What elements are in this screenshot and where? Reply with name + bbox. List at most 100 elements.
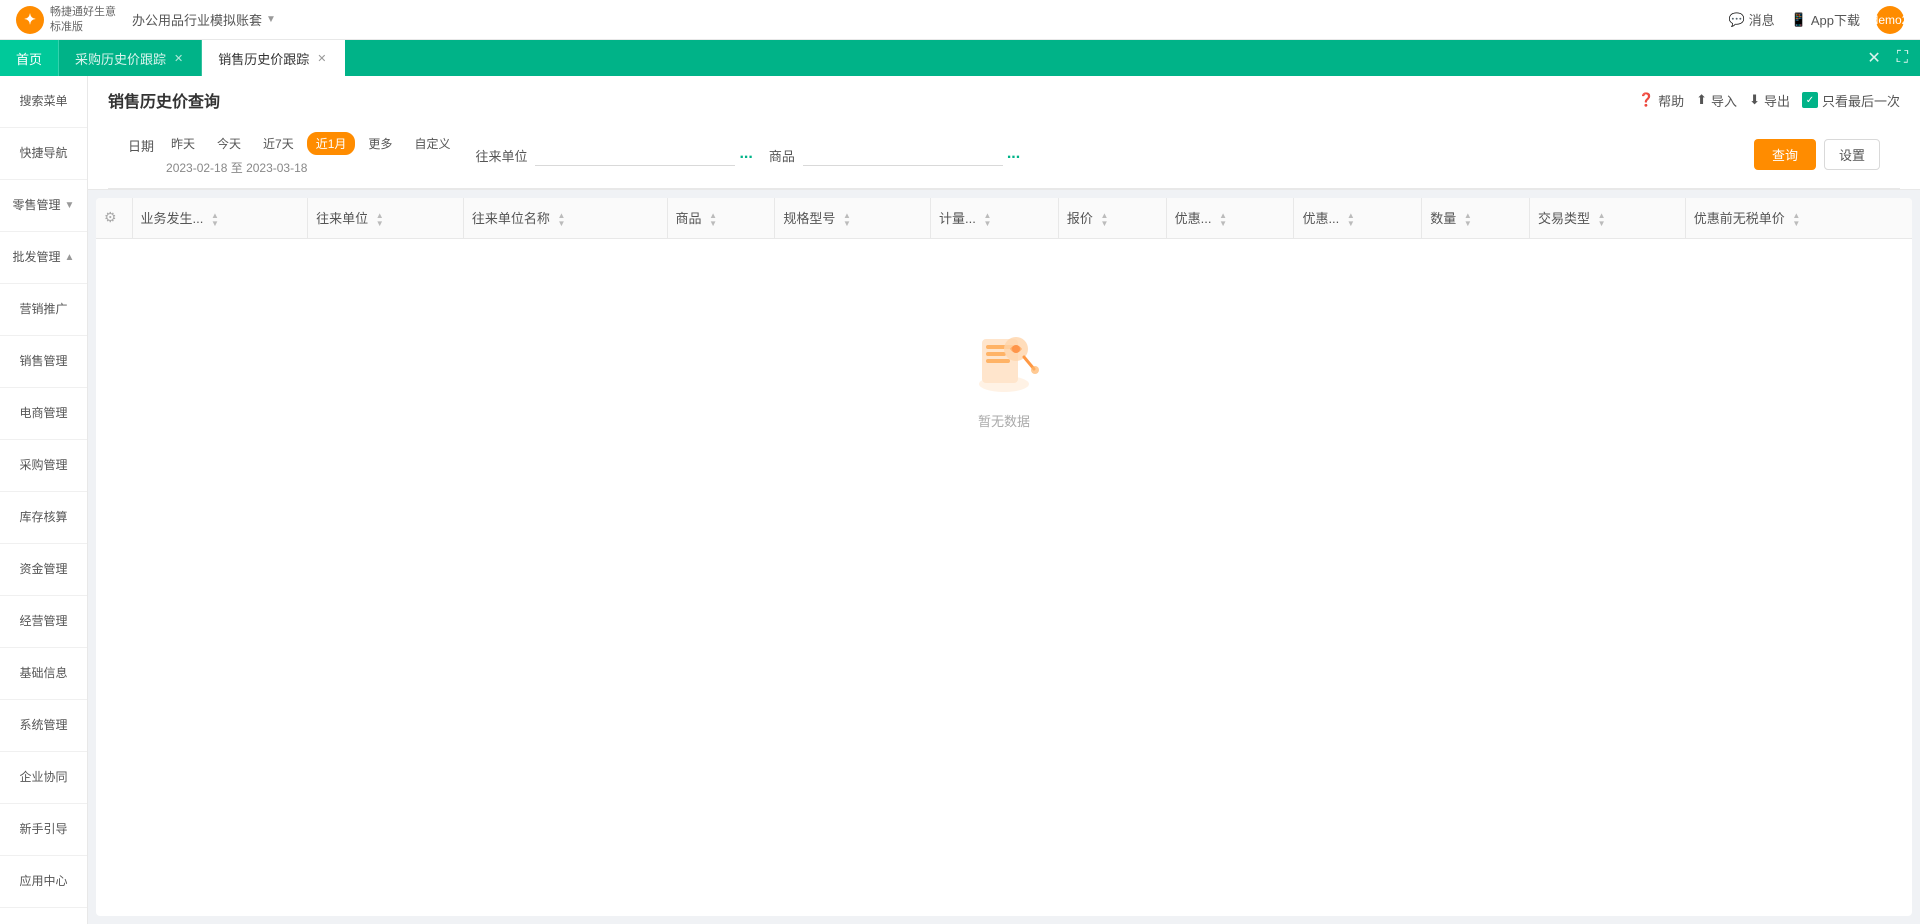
sidebar-wholesale-mgmt-label: 批发管理 — [13, 249, 61, 266]
th-discount1[interactable]: 优惠... ▲▼ — [1166, 198, 1294, 238]
sidebar-item-basic-info[interactable]: 基础信息 — [0, 648, 87, 700]
sort-icon: ▲▼ — [1598, 212, 1606, 228]
sort-icon: ▲▼ — [1219, 212, 1227, 228]
date-btn-yesterday[interactable]: 昨天 — [162, 132, 204, 155]
date-btn-custom[interactable]: 自定义 — [405, 132, 459, 155]
goods-input[interactable] — [803, 142, 1003, 166]
sidebar-item-purchase[interactable]: 采购管理 — [0, 440, 87, 492]
sort-icon: ▲▼ — [558, 212, 566, 228]
sidebar-item-retail-mgmt[interactable]: 零售管理 ▼ — [0, 180, 87, 232]
main-layout: 搜索菜单 快捷导航 零售管理 ▼ 批发管理 ▲ 营销推广 销售管理 电商管理 采… — [0, 76, 1920, 924]
sidebar-item-wholesale-mgmt[interactable]: 批发管理 ▲ — [0, 232, 87, 284]
sort-icon: ▲▼ — [843, 212, 851, 228]
th-counterpart-name[interactable]: 往来单位名称 ▲▼ — [463, 198, 667, 238]
expand-button[interactable]: ⛶ — [1893, 45, 1912, 71]
export-button[interactable]: ⬇ 导出 — [1749, 91, 1790, 110]
date-filter-group: 日期 昨天 今天 近7天 近1月 更多 自定义 2023-02-18 至 202… — [128, 132, 459, 176]
th-quote[interactable]: 报价 ▲▼ — [1058, 198, 1166, 238]
th-unit[interactable]: 计量... ▲▼ — [931, 198, 1059, 238]
sidebar-item-app-center[interactable]: 应用中心 — [0, 856, 87, 908]
tab-home-label: 首页 — [16, 49, 42, 68]
date-btn-1month[interactable]: 近1月 — [307, 132, 356, 155]
date-btn-more[interactable]: 更多 — [359, 132, 401, 155]
date-btn-today[interactable]: 今天 — [208, 132, 250, 155]
sidebar-item-sys-mgmt[interactable]: 系统管理 — [0, 700, 87, 752]
sort-icon: ▲▼ — [1100, 212, 1108, 228]
sort-icon: ▲▼ — [1792, 212, 1800, 228]
empty-icon — [964, 319, 1044, 399]
th-gear: ⚙ — [96, 198, 132, 238]
workspace-selector[interactable]: 办公用品行业模拟账套 ▼ — [124, 6, 284, 33]
tab-purchase-history[interactable]: 采购历史价跟踪 ✕ — [59, 40, 202, 76]
sidebar-sales-mgmt-label: 销售管理 — [19, 353, 67, 370]
th-qty[interactable]: 数量 ▲▼ — [1422, 198, 1530, 238]
import-label: 导入 — [1711, 91, 1737, 110]
export-label: 导出 — [1764, 91, 1790, 110]
help-label: 帮助 — [1658, 91, 1684, 110]
tab-sales-history-close[interactable]: ✕ — [315, 50, 328, 67]
user-menu[interactable]: demo2 — [1876, 6, 1904, 34]
th-spec[interactable]: 规格型号 ▲▼ — [775, 198, 931, 238]
filter-bar: 日期 昨天 今天 近7天 近1月 更多 自定义 2023-02-18 至 202… — [108, 124, 1900, 189]
th-pretax-price[interactable]: 优惠前无税单价 ▲▼ — [1685, 198, 1912, 238]
message-button[interactable]: 💬 消息 — [1728, 10, 1774, 29]
sidebar-item-enterprise-collab[interactable]: 企业协同 — [0, 752, 87, 804]
settings-button[interactable]: 设置 — [1824, 139, 1880, 170]
sidebar-purchase-label: 采购管理 — [19, 457, 67, 474]
sidebar-item-new-guide[interactable]: 新手引导 — [0, 804, 87, 856]
sidebar-item-enterprise-wechat[interactable]: 企业微信 — [0, 908, 87, 924]
query-button[interactable]: 查询 — [1754, 139, 1816, 170]
counterpart-dots[interactable]: ... — [739, 145, 752, 163]
avatar: demo2 — [1876, 6, 1904, 34]
export-icon: ⬇ — [1749, 92, 1760, 108]
th-biz-date[interactable]: 业务发生... ▲▼ — [132, 198, 308, 238]
sidebar-item-finance[interactable]: 资金管理 — [0, 544, 87, 596]
tab-sales-history[interactable]: 销售历史价跟踪 ✕ — [202, 40, 345, 76]
tab-purchase-history-close[interactable]: ✕ — [172, 50, 185, 67]
filter-actions: 查询 设置 — [1754, 139, 1880, 170]
sidebar-item-operations[interactable]: 经营管理 — [0, 596, 87, 648]
sidebar-item-search-menu[interactable]: 搜索菜单 — [0, 76, 87, 128]
sidebar-inventory-label: 库存核算 — [19, 509, 67, 526]
sidebar-item-quick-nav[interactable]: 快捷导航 — [0, 128, 87, 180]
sidebar-operations-label: 经营管理 — [19, 613, 67, 630]
sidebar-enterprise-collab-label: 企业协同 — [19, 769, 67, 786]
date-btn-7days[interactable]: 近7天 — [254, 132, 303, 155]
tab-purchase-history-label: 采购历史价跟踪 — [75, 49, 166, 68]
goods-input-wrap: ... — [803, 142, 1020, 166]
th-goods[interactable]: 商品 ▲▼ — [667, 198, 775, 238]
gear-icon[interactable]: ⚙ — [104, 209, 117, 225]
sidebar-finance-label: 资金管理 — [19, 561, 67, 578]
sidebar-item-inventory[interactable]: 库存核算 — [0, 492, 87, 544]
message-label: 消息 — [1749, 10, 1775, 29]
sidebar-new-guide-label: 新手引导 — [19, 821, 67, 838]
date-range: 2023-02-18 至 2023-03-18 — [162, 159, 459, 176]
app-download-button[interactable]: 📱 App下载 — [1791, 10, 1860, 29]
table-header-row: ⚙ 业务发生... ▲▼ 往来单位 ▲▼ 往来单位名称 ▲▼ — [96, 198, 1912, 238]
help-button[interactable]: ❓ 帮助 — [1638, 91, 1684, 110]
import-button[interactable]: ⬆ 导入 — [1696, 91, 1737, 110]
goods-dots[interactable]: ... — [1007, 145, 1020, 163]
th-trade-type[interactable]: 交易类型 ▲▼ — [1530, 198, 1686, 238]
close-all-tabs-button[interactable]: ✕ — [1863, 44, 1884, 72]
page-title-row: 销售历史价查询 ❓ 帮助 ⬆ 导入 ⬇ 导出 ✓ — [108, 88, 1900, 112]
app-download-label: App下载 — [1811, 10, 1860, 29]
sidebar: 搜索菜单 快捷导航 零售管理 ▼ 批发管理 ▲ 营销推广 销售管理 电商管理 采… — [0, 76, 88, 924]
counterpart-input[interactable] — [535, 142, 735, 166]
tab-bar-actions: ✕ ⛶ — [1863, 44, 1920, 72]
table-header: ⚙ 业务发生... ▲▼ 往来单位 ▲▼ 往来单位名称 ▲▼ — [96, 198, 1912, 238]
top-header: ✦ 畅捷通好生意 标准版 办公用品行业模拟账套 ▼ 💬 消息 📱 App下载 d… — [0, 0, 1920, 40]
sidebar-item-sales-mgmt[interactable]: 销售管理 — [0, 336, 87, 388]
chevron-up-icon: ▲ — [65, 251, 75, 265]
app-icon: 📱 — [1791, 12, 1807, 28]
th-counterpart-code[interactable]: 往来单位 ▲▼ — [308, 198, 464, 238]
tab-home[interactable]: 首页 — [0, 40, 59, 76]
table-body: 暂无数据 — [96, 238, 1912, 510]
page-actions: ❓ 帮助 ⬆ 导入 ⬇ 导出 ✓ 只看最后一次 — [1638, 91, 1900, 110]
sidebar-item-ecommerce[interactable]: 电商管理 — [0, 388, 87, 440]
only-last-checkbox[interactable]: ✓ 只看最后一次 — [1802, 91, 1900, 110]
sidebar-item-marketing[interactable]: 营销推广 — [0, 284, 87, 336]
th-discount2[interactable]: 优惠... ▲▼ — [1294, 198, 1422, 238]
date-filter-label: 日期 — [128, 132, 154, 155]
sidebar-quick-nav-label: 快捷导航 — [19, 145, 67, 162]
